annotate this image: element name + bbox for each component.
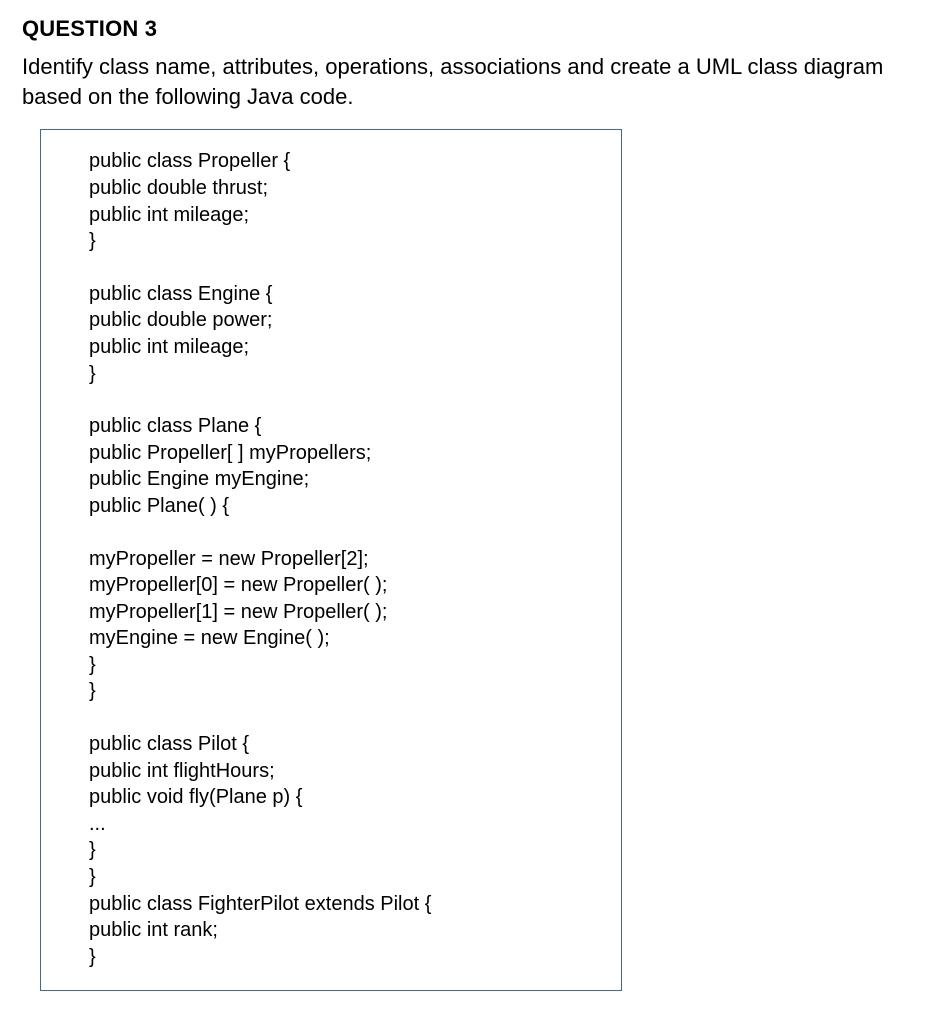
code-block-1: public class Propeller { public double t… <box>89 148 621 254</box>
code-block-2: public class Engine { public double powe… <box>89 281 621 387</box>
code-block-5: public class Pilot { public int flightHo… <box>89 731 621 811</box>
code-block-4: myPropeller = new Propeller[2]; myPropel… <box>89 546 621 706</box>
code-block-6: ... } } public class FighterPilot extend… <box>89 811 621 971</box>
code-block-3: public class Plane { public Propeller[ ]… <box>89 413 621 519</box>
page: QUESTION 3 Identify class name, attribut… <box>0 0 935 1015</box>
question-prompt: Identify class name, attributes, operati… <box>22 52 913 111</box>
question-title: QUESTION 3 <box>22 16 913 42</box>
code-box: public class Propeller { public double t… <box>40 129 622 991</box>
